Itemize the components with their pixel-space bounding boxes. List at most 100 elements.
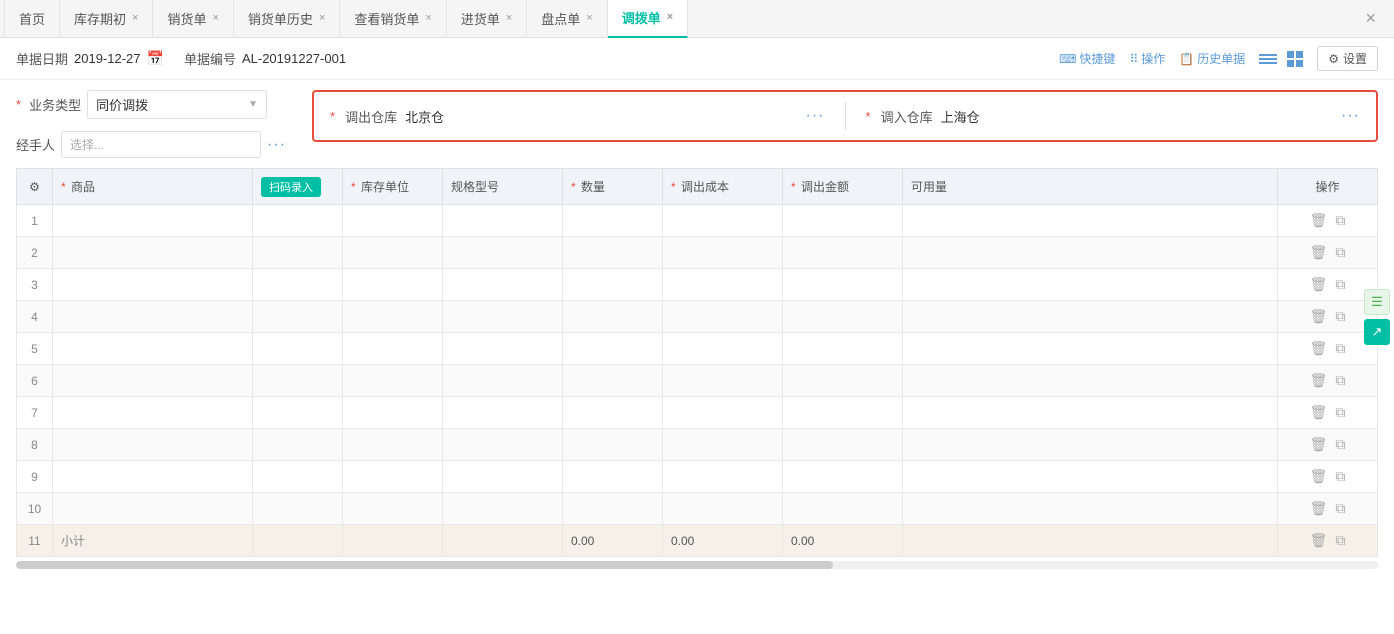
delete-row-icon[interactable]: 🗑 xyxy=(1310,276,1328,293)
quantity-cell[interactable] xyxy=(563,301,663,333)
quantity-cell[interactable] xyxy=(563,461,663,493)
quantity-cell[interactable] xyxy=(563,397,663,429)
close-purchase-order[interactable]: × xyxy=(506,13,512,24)
product-cell[interactable] xyxy=(53,237,253,269)
history-button[interactable]: 📋 历史单据 xyxy=(1179,50,1245,67)
amount-cell[interactable] xyxy=(783,237,903,269)
spec-cell[interactable] xyxy=(443,237,563,269)
spec-cell[interactable] xyxy=(443,205,563,237)
product-cell[interactable] xyxy=(53,301,253,333)
unit-cell[interactable] xyxy=(343,205,443,237)
product-cell[interactable] xyxy=(53,365,253,397)
tab-inventory-check[interactable]: 盘点单 × xyxy=(527,0,607,38)
product-cell[interactable] xyxy=(53,205,253,237)
amount-cell[interactable] xyxy=(783,429,903,461)
delete-row-icon[interactable]: 🗑 xyxy=(1310,340,1328,357)
amount-cell[interactable] xyxy=(783,461,903,493)
copy-row-icon[interactable]: ⧉ xyxy=(1335,244,1345,261)
cost-cell[interactable] xyxy=(663,333,783,365)
unit-cell[interactable] xyxy=(343,333,443,365)
close-sales-history[interactable]: × xyxy=(319,13,325,24)
delete-row-icon[interactable]: 🗑 xyxy=(1310,404,1328,421)
spec-cell[interactable] xyxy=(443,301,563,333)
spec-cell[interactable] xyxy=(443,365,563,397)
product-cell[interactable] xyxy=(53,333,253,365)
amount-cell[interactable] xyxy=(783,333,903,365)
product-cell[interactable] xyxy=(53,397,253,429)
shortcuts-button[interactable]: ⌨ 快捷键 xyxy=(1059,50,1115,67)
tab-view-sales[interactable]: 查看销货单 × xyxy=(340,0,446,38)
tab-sales-order[interactable]: 销货单 × xyxy=(153,0,233,38)
quantity-cell[interactable] xyxy=(563,365,663,397)
delete-row-icon[interactable]: 🗑 xyxy=(1310,468,1328,485)
amount-cell[interactable] xyxy=(783,205,903,237)
copy-row-icon[interactable]: ⧉ xyxy=(1335,308,1345,325)
close-inventory-init[interactable]: × xyxy=(132,13,138,24)
source-warehouse-more-button[interactable]: ··· xyxy=(806,107,825,125)
product-cell[interactable] xyxy=(53,493,253,525)
side-list-button[interactable]: ☰ xyxy=(1364,289,1390,315)
unit-cell[interactable] xyxy=(343,397,443,429)
unit-cell[interactable] xyxy=(343,237,443,269)
quantity-cell[interactable] xyxy=(563,237,663,269)
delete-row-icon[interactable]: 🗑 xyxy=(1310,372,1328,389)
quantity-cell[interactable] xyxy=(563,269,663,301)
quantity-cell[interactable] xyxy=(563,205,663,237)
cost-cell[interactable] xyxy=(663,493,783,525)
spec-cell[interactable] xyxy=(443,493,563,525)
view-toggle-grid[interactable] xyxy=(1287,51,1303,67)
business-type-selector[interactable]: 同价调拨 ▼ xyxy=(87,90,267,119)
unit-cell[interactable] xyxy=(343,269,443,301)
cost-cell[interactable] xyxy=(663,301,783,333)
horizontal-scrollbar[interactable] xyxy=(16,561,1378,569)
close-transfer-order[interactable]: × xyxy=(667,12,673,23)
product-cell[interactable] xyxy=(53,269,253,301)
delete-row-icon[interactable]: 🗑 xyxy=(1310,212,1328,229)
spec-cell[interactable] xyxy=(443,269,563,301)
spec-cell[interactable] xyxy=(443,429,563,461)
quantity-cell[interactable] xyxy=(563,429,663,461)
quantity-cell[interactable] xyxy=(563,333,663,365)
close-inventory-check[interactable]: × xyxy=(586,13,592,24)
cost-cell[interactable] xyxy=(663,397,783,429)
unit-cell[interactable] xyxy=(343,493,443,525)
delete-row-icon[interactable]: 🗑 xyxy=(1310,308,1328,325)
copy-icon[interactable]: ⧉ xyxy=(1335,532,1345,549)
handler-selector[interactable]: 选择... xyxy=(61,131,261,158)
delete-row-icon[interactable]: 🗑 xyxy=(1310,500,1328,517)
settings-button[interactable]: ⚙ 设置 xyxy=(1317,46,1378,71)
cost-cell[interactable] xyxy=(663,365,783,397)
amount-cell[interactable] xyxy=(783,301,903,333)
target-warehouse-more-button[interactable]: ··· xyxy=(1341,107,1360,125)
cost-cell[interactable] xyxy=(663,429,783,461)
copy-row-icon[interactable]: ⧉ xyxy=(1335,404,1345,421)
spec-cell[interactable] xyxy=(443,397,563,429)
amount-cell[interactable] xyxy=(783,493,903,525)
amount-cell[interactable] xyxy=(783,397,903,429)
cost-cell[interactable] xyxy=(663,205,783,237)
copy-row-icon[interactable]: ⧉ xyxy=(1335,212,1345,229)
view-toggle-list[interactable] xyxy=(1259,54,1277,64)
cost-cell[interactable] xyxy=(663,237,783,269)
window-close-button[interactable]: × xyxy=(1351,8,1390,29)
product-cell[interactable] xyxy=(53,461,253,493)
close-view-sales[interactable]: × xyxy=(425,13,431,24)
th-scan[interactable]: 扫码录入 xyxy=(253,169,343,205)
tab-transfer-order[interactable]: 调拨单 × xyxy=(608,0,688,38)
unit-cell[interactable] xyxy=(343,365,443,397)
cost-cell[interactable] xyxy=(663,461,783,493)
amount-cell[interactable] xyxy=(783,365,903,397)
delete-row-icon[interactable]: 🗑 xyxy=(1310,244,1328,261)
side-expand-button[interactable]: ↗ xyxy=(1364,319,1390,345)
tab-sales-history[interactable]: 销货单历史 × xyxy=(234,0,340,38)
quantity-cell[interactable] xyxy=(563,493,663,525)
calendar-icon[interactable]: 📅 xyxy=(147,50,164,67)
copy-row-icon[interactable]: ⧉ xyxy=(1335,468,1345,485)
tab-home[interactable]: 首页 xyxy=(4,0,60,38)
copy-row-icon[interactable]: ⧉ xyxy=(1335,436,1345,453)
copy-row-icon[interactable]: ⧉ xyxy=(1335,276,1345,293)
delete-icon[interactable]: 🗑 xyxy=(1310,532,1328,549)
th-settings[interactable]: ⚙ xyxy=(17,169,53,205)
copy-row-icon[interactable]: ⧉ xyxy=(1335,500,1345,517)
close-sales-order[interactable]: × xyxy=(212,13,218,24)
